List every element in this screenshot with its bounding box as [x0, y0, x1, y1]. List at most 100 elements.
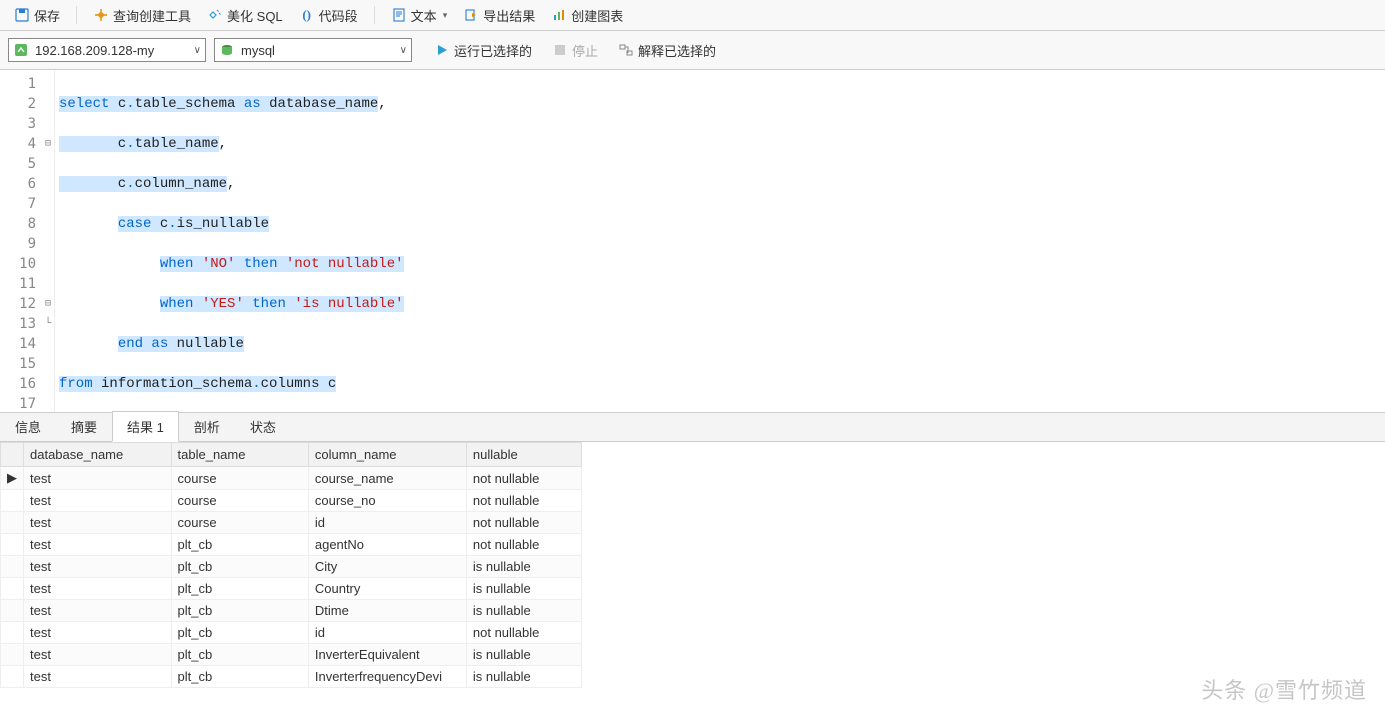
cell-table-name: plt_cb — [171, 534, 308, 556]
explain-label: 解释已选择的 — [638, 41, 716, 60]
cell-database-name: test — [24, 467, 172, 490]
stop-button[interactable]: 停止 — [546, 39, 604, 62]
row-marker — [1, 600, 24, 622]
cell-nullable: not nullable — [466, 467, 581, 490]
database-icon — [219, 42, 235, 58]
cell-database-name: test — [24, 600, 172, 622]
row-marker — [1, 534, 24, 556]
cell-table-name: plt_cb — [171, 556, 308, 578]
beautify-label: 美化 SQL — [227, 6, 283, 25]
stop-label: 停止 — [572, 41, 598, 60]
cell-nullable: is nullable — [466, 556, 581, 578]
connection-name: 192.168.209.128-my — [35, 43, 154, 58]
cell-nullable: not nullable — [466, 512, 581, 534]
export-button[interactable]: 导出结果 — [457, 4, 541, 27]
cell-table-name: plt_cb — [171, 666, 308, 688]
cell-nullable: is nullable — [466, 600, 581, 622]
table-row[interactable]: testplt_cbCountryis nullable — [1, 578, 582, 600]
row-marker — [1, 578, 24, 600]
separator — [76, 6, 77, 24]
cell-table-name: course — [171, 467, 308, 490]
row-marker: ▶ — [1, 467, 24, 490]
cell-nullable: not nullable — [466, 622, 581, 644]
beautify-icon — [207, 7, 223, 23]
cell-nullable: not nullable — [466, 490, 581, 512]
table-row[interactable]: ▶testcoursecourse_namenot nullable — [1, 467, 582, 490]
tab-info[interactable]: 信息 — [0, 411, 56, 441]
col-table-name[interactable]: table_name — [171, 443, 308, 467]
cell-column-name: City — [308, 556, 466, 578]
stop-icon — [552, 42, 568, 58]
snippet-label: 代码段 — [319, 6, 358, 25]
tab-summary[interactable]: 摘要 — [56, 411, 112, 441]
main-toolbar: 保存 查询创建工具 美化 SQL () 代码段 文本 ▾ 导出结果 创建图表 — [0, 0, 1385, 31]
chart-icon — [551, 7, 567, 23]
query-builder-label: 查询创建工具 — [113, 6, 191, 25]
cell-column-name: course_no — [308, 490, 466, 512]
cell-column-name: id — [308, 622, 466, 644]
result-tabs: 信息 摘要 结果 1 剖析 状态 — [0, 413, 1385, 442]
row-marker-header — [1, 443, 24, 467]
table-row[interactable]: testplt_cbCityis nullable — [1, 556, 582, 578]
cell-column-name: InverterEquivalent — [308, 644, 466, 666]
row-marker — [1, 556, 24, 578]
cell-database-name: test — [24, 534, 172, 556]
connection-selector[interactable]: 192.168.209.128-my ∨ — [8, 38, 206, 62]
table-row[interactable]: testcoursecourse_nonot nullable — [1, 490, 582, 512]
table-row[interactable]: testcourseidnot nullable — [1, 512, 582, 534]
table-row[interactable]: testplt_cbagentNonot nullable — [1, 534, 582, 556]
table-row[interactable]: testplt_cbDtimeis nullable — [1, 600, 582, 622]
database-selector[interactable]: mysql ∨ — [214, 38, 412, 62]
database-name: mysql — [241, 43, 275, 58]
table-row[interactable]: testplt_cbInverterEquivalentis nullable — [1, 644, 582, 666]
tab-result-1[interactable]: 结果 1 — [112, 411, 179, 442]
col-database-name[interactable]: database_name — [24, 443, 172, 467]
code-snippet-button[interactable]: () 代码段 — [293, 4, 364, 27]
row-marker — [1, 622, 24, 644]
cell-table-name: plt_cb — [171, 600, 308, 622]
connection-toolbar: 192.168.209.128-my ∨ mysql ∨ 运行已选择的 停止 解… — [0, 31, 1385, 70]
cell-database-name: test — [24, 512, 172, 534]
text-icon — [391, 7, 407, 23]
table-row[interactable]: testplt_cbidnot nullable — [1, 622, 582, 644]
table-row[interactable]: testplt_cbInverterfrequencyDeviis nullab… — [1, 666, 582, 688]
cell-table-name: plt_cb — [171, 622, 308, 644]
col-column-name[interactable]: column_name — [308, 443, 466, 467]
col-nullable[interactable]: nullable — [466, 443, 581, 467]
run-icon — [434, 42, 450, 58]
export-label: 导出结果 — [483, 6, 535, 25]
save-button[interactable]: 保存 — [8, 4, 66, 27]
explain-button[interactable]: 解释已选择的 — [612, 39, 722, 62]
cell-database-name: test — [24, 644, 172, 666]
create-chart-button[interactable]: 创建图表 — [545, 4, 629, 27]
result-grid[interactable]: database_name table_name column_name nul… — [0, 442, 582, 688]
row-marker — [1, 512, 24, 534]
run-button[interactable]: 运行已选择的 — [428, 39, 538, 62]
tab-analyze[interactable]: 剖析 — [179, 411, 235, 441]
beautify-sql-button[interactable]: 美化 SQL — [201, 4, 289, 27]
tab-status[interactable]: 状态 — [235, 411, 291, 441]
cell-database-name: test — [24, 556, 172, 578]
cell-column-name: course_name — [308, 467, 466, 490]
text-label: 文本 — [411, 6, 437, 25]
save-label: 保存 — [34, 6, 60, 25]
cell-database-name: test — [24, 490, 172, 512]
row-marker — [1, 666, 24, 688]
cell-nullable: is nullable — [466, 666, 581, 688]
cell-column-name: Dtime — [308, 600, 466, 622]
dropdown-icon: ▾ — [443, 10, 448, 21]
table-header-row: database_name table_name column_name nul… — [1, 443, 582, 467]
cell-database-name: test — [24, 622, 172, 644]
snippet-icon: () — [299, 7, 315, 23]
line-gutter: 1234567891011121314151617 — [0, 70, 42, 412]
sql-code[interactable]: select c.table_schema as database_name, … — [55, 70, 1385, 412]
cell-table-name: plt_cb — [171, 578, 308, 600]
text-button[interactable]: 文本 ▾ — [385, 4, 454, 27]
chevron-down-icon: ∨ — [194, 45, 201, 56]
cell-database-name: test — [24, 666, 172, 688]
explain-icon — [618, 42, 634, 58]
row-marker — [1, 490, 24, 512]
query-builder-button[interactable]: 查询创建工具 — [87, 4, 197, 27]
cell-table-name: course — [171, 512, 308, 534]
sql-editor[interactable]: 1234567891011121314151617 ⊟ ⊟└ select c.… — [0, 70, 1385, 413]
